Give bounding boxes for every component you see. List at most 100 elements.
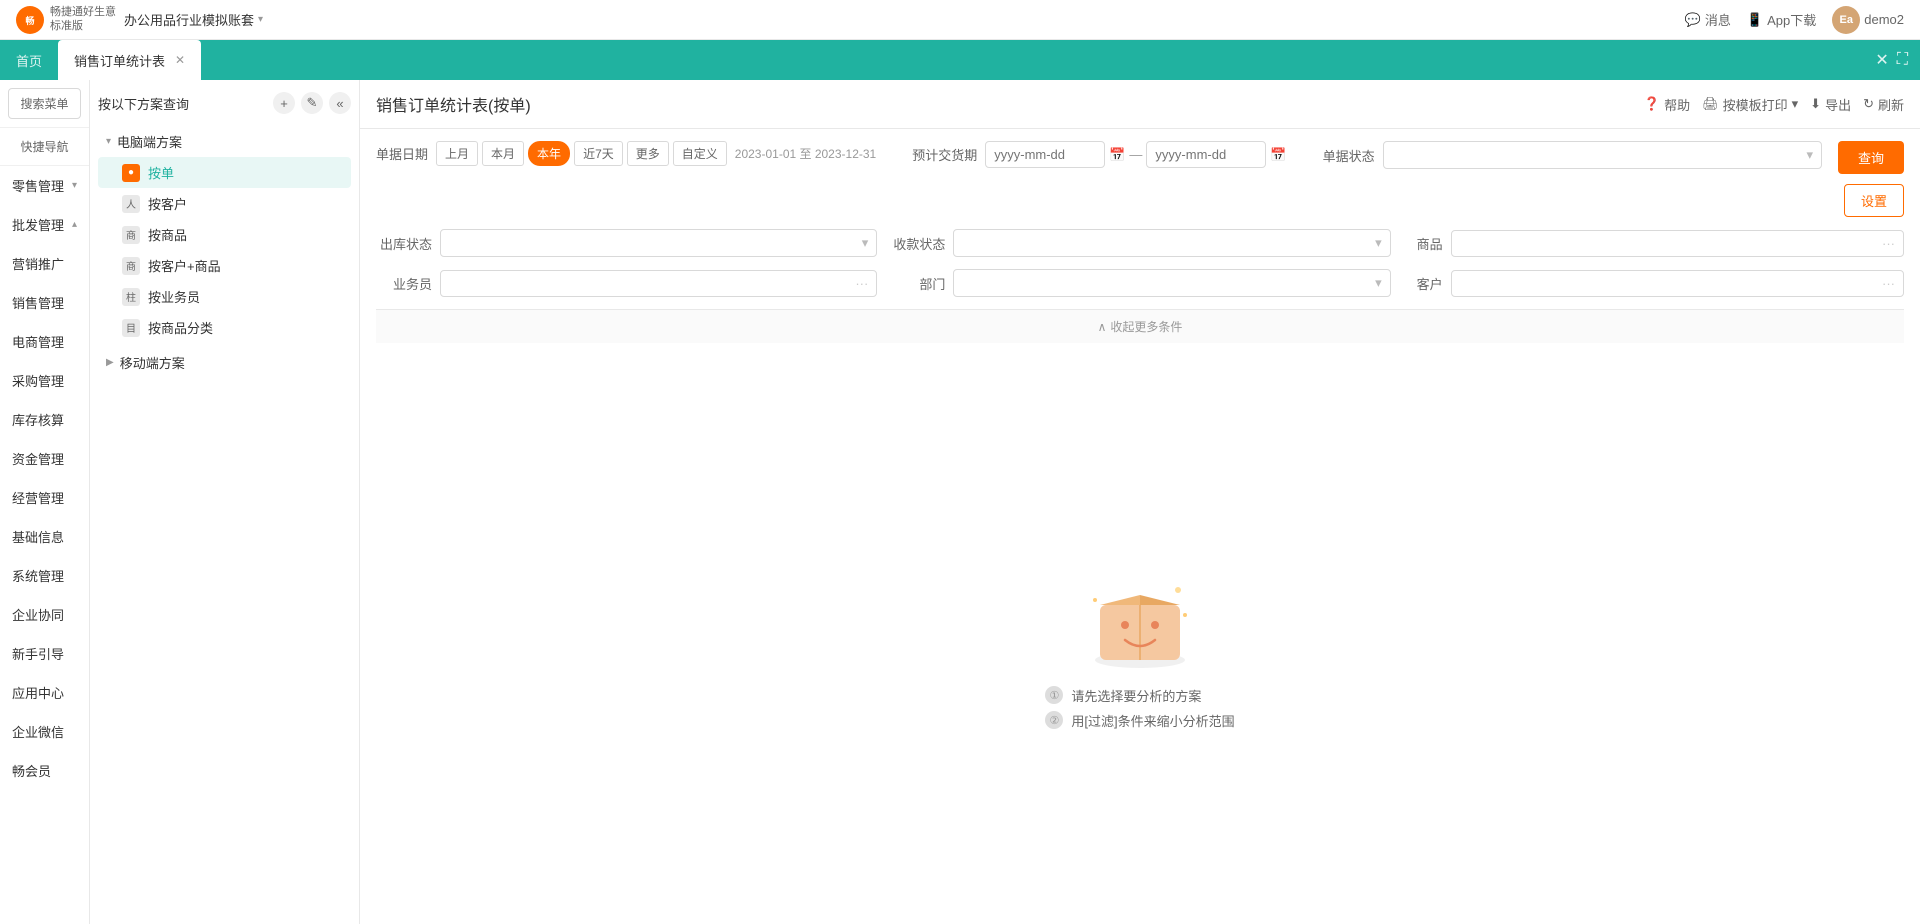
- page-actions: ❓ 帮助 🖨 按模板打印 ▾ ⬇ 导出 ↻ 刷新: [1644, 95, 1904, 114]
- sidebar-item-appstore[interactable]: 应用中心: [0, 673, 89, 712]
- add-scheme-button[interactable]: +: [273, 92, 295, 114]
- expected-date-group: 预计交货期 📅 — 📅: [912, 141, 1286, 168]
- customer-more-icon: ···: [1882, 276, 1895, 291]
- sidebar: 搜索菜单 快捷导航 零售管理 ▾ 批发管理 ▴ 营销推广 销售管理 电商管理: [0, 80, 90, 924]
- date-filter-group: 单据日期 上月 本月 本年 近7天 更多 自定义 2023-01-01 至 20…: [376, 141, 876, 166]
- sidebar-item-operations[interactable]: 经营管理: [0, 478, 89, 517]
- tree-item-by-customer[interactable]: 人 按客户: [98, 188, 351, 219]
- message-button[interactable]: 💬 消息: [1685, 10, 1731, 29]
- refresh-button[interactable]: ↻ 刷新: [1863, 95, 1904, 114]
- order-status-group: 单据状态 ▾: [1323, 141, 1822, 169]
- panel-title: 按以下方案查询: [98, 94, 189, 113]
- mobile-group-arrow-icon: ▶: [106, 357, 114, 368]
- goods-input[interactable]: ···: [1451, 230, 1904, 257]
- app-download-button[interactable]: 📱 App下载: [1747, 10, 1816, 29]
- customer-input[interactable]: ···: [1451, 270, 1904, 297]
- by-customer-goods-icon: 商: [122, 257, 140, 275]
- logo-icon: 畅: [16, 6, 44, 34]
- salesperson-label: 业务员: [376, 274, 432, 293]
- salesperson-input[interactable]: ···: [440, 270, 877, 297]
- date-tab-this-month[interactable]: 本月: [482, 141, 524, 166]
- tab-bar-close-button[interactable]: ✕: [1875, 50, 1888, 70]
- by-salesperson-icon: 柱: [122, 288, 140, 306]
- date-tab-last-month[interactable]: 上月: [436, 141, 478, 166]
- customer-group: 客户 ···: [1403, 270, 1904, 297]
- logo-text: 畅捷通好生意 标准版: [50, 6, 116, 32]
- page-title: 销售订单统计表(按单): [376, 92, 531, 116]
- print-template-button[interactable]: 🖨 按模板打印 ▾: [1702, 95, 1798, 114]
- tree-item-by-salesperson[interactable]: 柱 按业务员: [98, 281, 351, 312]
- top-bar-right: 💬 消息 📱 App下载 Ea demo2: [1685, 6, 1904, 34]
- date-tab-last-7[interactable]: 近7天: [574, 141, 623, 166]
- tree-item-by-goods[interactable]: 商 按商品: [98, 219, 351, 250]
- tab-bar-expand-button[interactable]: ⛶: [1897, 51, 1908, 69]
- expected-date-label: 预计交货期: [912, 145, 977, 164]
- export-button[interactable]: ⬇ 导出: [1810, 95, 1851, 114]
- sidebar-item-ecommerce[interactable]: 电商管理: [0, 322, 89, 361]
- payment-status-group: 收款状态 ▾: [889, 229, 1390, 257]
- goods-group: 商品 ···: [1403, 230, 1904, 257]
- collapse-panel-button[interactable]: «: [329, 92, 351, 114]
- main-panel: 销售订单统计表(按单) ❓ 帮助 🖨 按模板打印 ▾ ⬇ 导出: [360, 80, 1920, 924]
- sidebar-item-finance[interactable]: 资金管理: [0, 439, 89, 478]
- message-icon: 💬: [1685, 12, 1701, 28]
- filter-row-1: 单据日期 上月 本月 本年 近7天 更多 自定义 2023-01-01 至 20…: [376, 141, 1904, 217]
- customer-label: 客户: [1403, 274, 1443, 293]
- sidebar-item-system[interactable]: 系统管理: [0, 556, 89, 595]
- empty-hints: ① 请先选择要分析的方案 ② 用[过滤]条件来缩小分析范围: [1045, 686, 1234, 730]
- tab-home[interactable]: 首页: [0, 40, 58, 80]
- sidebar-item-retail[interactable]: 零售管理 ▾: [0, 166, 89, 205]
- tree-item-by-category[interactable]: 目 按商品分类: [98, 312, 351, 343]
- tab-sales-order-stats[interactable]: 销售订单统计表 ✕: [58, 40, 201, 80]
- user-profile[interactable]: Ea demo2: [1832, 6, 1904, 34]
- delivery-status-group: 出库状态 ▾: [376, 229, 877, 257]
- tab-close-icon[interactable]: ✕: [175, 53, 185, 67]
- sidebar-item-enterprise[interactable]: 企业协同: [0, 595, 89, 634]
- svg-text:畅: 畅: [25, 15, 34, 26]
- top-bar: 畅 畅捷通好生意 标准版 办公用品行业模拟账套 ▾ 💬 消息 📱 App下载 E…: [0, 0, 1920, 40]
- tree-item-by-customer-goods[interactable]: 商 按客户+商品: [98, 250, 351, 281]
- settings-button[interactable]: 设置: [1844, 184, 1904, 217]
- delivery-status-select[interactable]: ▾: [440, 229, 877, 257]
- tree-group-pc-header[interactable]: ▾ 电脑端方案: [98, 126, 351, 157]
- tree-group-mobile-header[interactable]: ▶ 移动端方案: [98, 347, 351, 378]
- collapse-filters-button[interactable]: ∧ 收起更多条件: [376, 309, 1904, 343]
- date-tab-more[interactable]: 更多: [627, 141, 669, 166]
- sidebar-item-basic[interactable]: 基础信息: [0, 517, 89, 556]
- order-status-chevron-icon: ▾: [1806, 147, 1813, 163]
- sidebar-item-member[interactable]: 畅会员: [0, 751, 89, 790]
- page-title-bar: 销售订单统计表(按单) ❓ 帮助 🖨 按模板打印 ▾ ⬇ 导出: [360, 80, 1920, 129]
- sidebar-item-wholesale[interactable]: 批发管理 ▴: [0, 205, 89, 244]
- by-category-icon: 目: [122, 319, 140, 337]
- expected-date-end-input[interactable]: [1146, 141, 1266, 168]
- date-tab-custom[interactable]: 自定义: [673, 141, 727, 166]
- order-status-select[interactable]: ▾: [1383, 141, 1822, 169]
- sidebar-item-wechat[interactable]: 企业微信: [0, 712, 89, 751]
- department-select[interactable]: ▾: [953, 269, 1390, 297]
- edit-scheme-button[interactable]: ✎: [301, 92, 323, 114]
- sidebar-item-newbie[interactable]: 新手引导: [0, 634, 89, 673]
- hint-item-2: ② 用[过滤]条件来缩小分析范围: [1045, 711, 1234, 730]
- expected-date-range: 📅 — 📅: [985, 141, 1286, 168]
- help-button[interactable]: ❓ 帮助: [1644, 95, 1690, 114]
- workspace-selector[interactable]: 办公用品行业模拟账套 ▾: [124, 10, 263, 29]
- tree-item-by-order[interactable]: ● 按单: [98, 157, 351, 188]
- sidebar-item-sales[interactable]: 销售管理: [0, 283, 89, 322]
- search-menu-button[interactable]: 搜索菜单: [8, 88, 81, 119]
- date-tab-this-year[interactable]: 本年: [528, 141, 570, 166]
- sidebar-item-inventory[interactable]: 库存核算: [0, 400, 89, 439]
- date-range-display: 2023-01-01 至 2023-12-31: [735, 145, 876, 162]
- top-bar-left: 畅 畅捷通好生意 标准版 办公用品行业模拟账套 ▾: [16, 6, 263, 34]
- payment-status-select[interactable]: ▾: [953, 229, 1390, 257]
- filter-section: 单据日期 上月 本月 本年 近7天 更多 自定义 2023-01-01 至 20…: [360, 129, 1920, 355]
- sidebar-item-marketing[interactable]: 营销推广: [0, 244, 89, 283]
- panel-actions: + ✎ «: [273, 92, 351, 114]
- order-status-label: 单据状态: [1323, 146, 1375, 165]
- expected-date-end-cal-icon[interactable]: 📅: [1270, 147, 1286, 163]
- quick-nav-button[interactable]: 快捷导航: [0, 132, 89, 161]
- expected-date-start-input[interactable]: [985, 141, 1105, 168]
- department-chevron-icon: ▾: [1375, 275, 1382, 291]
- expected-date-cal-icon[interactable]: 📅: [1109, 147, 1125, 163]
- query-button[interactable]: 查询: [1838, 141, 1904, 174]
- sidebar-item-purchase[interactable]: 采购管理: [0, 361, 89, 400]
